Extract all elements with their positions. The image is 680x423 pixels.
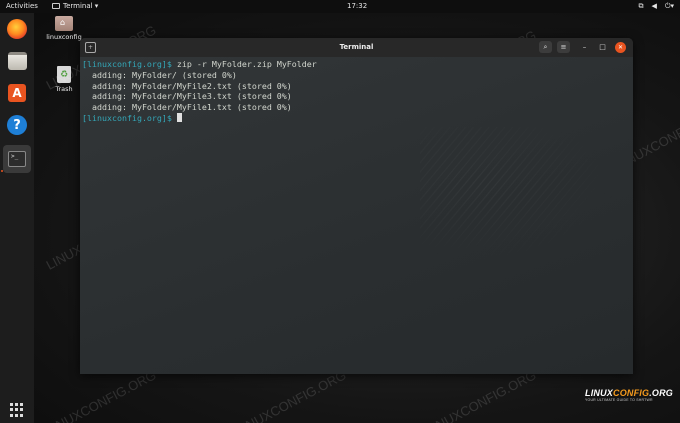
- terminal-content[interactable]: [linuxconfig.org]$ zip -r MyFolder.zip M…: [80, 57, 633, 374]
- files-icon: [7, 52, 27, 70]
- home-folder-icon: [55, 16, 73, 31]
- shell-prompt: [linuxconfig.org]$: [82, 59, 172, 69]
- terminal-icon: >_: [8, 151, 26, 167]
- search-button[interactable]: ⌕: [539, 41, 552, 53]
- watermark: LINUXCONFIG.ORG: [423, 367, 539, 423]
- show-applications-button[interactable]: [5, 398, 29, 422]
- home-folder-label: linuxconfig: [46, 33, 82, 41]
- running-indicator: [1, 170, 3, 172]
- dock-software[interactable]: A: [5, 81, 29, 105]
- desktop-home-folder[interactable]: linuxconfig: [44, 16, 84, 41]
- terminal-line: adding: MyFolder/MyFile1.txt (stored 0%): [82, 102, 631, 113]
- terminal-line: [linuxconfig.org]$: [82, 112, 631, 124]
- dock-files[interactable]: [5, 49, 29, 73]
- window-titlebar[interactable]: + Terminal ⌕ ≡ – □ ✕: [80, 38, 633, 57]
- dock: A ? >_: [0, 13, 34, 423]
- minimize-icon: –: [582, 43, 587, 51]
- terminal-line: [linuxconfig.org]$ zip -r MyFolder.zip M…: [82, 59, 631, 70]
- activities-button[interactable]: Activities: [6, 2, 38, 10]
- output-text: adding: MyFolder/ (stored 0%): [82, 69, 237, 80]
- maximize-icon: □: [599, 43, 606, 51]
- text-cursor: [176, 112, 182, 122]
- wallpaper-stripes: [420, 127, 620, 267]
- software-icon: A: [8, 84, 26, 102]
- trash-icon: ♻: [57, 66, 71, 83]
- top-bar: Activities Terminal ▾ 17:32 ⧉ ◀ ⏻▾: [0, 0, 680, 13]
- trash-label: Trash: [55, 85, 73, 93]
- help-icon: ?: [7, 115, 27, 135]
- clock[interactable]: 17:32: [347, 2, 367, 10]
- terminal-line: adding: MyFolder/MyFile3.txt (stored 0%): [82, 91, 631, 102]
- terminal-app-icon: [52, 3, 60, 9]
- volume-icon: ◀: [651, 2, 657, 10]
- terminal-line: adding: MyFolder/ (stored 0%): [82, 70, 631, 81]
- firefox-icon: [7, 19, 27, 39]
- system-tray[interactable]: ⧉ ◀ ⏻▾: [639, 2, 674, 10]
- dock-firefox[interactable]: [5, 17, 29, 41]
- maximize-button[interactable]: □: [596, 41, 609, 53]
- power-icon: ⏻▾: [664, 2, 674, 10]
- logo-tagline: YOUR ULTIMATE GUIDE TO SHRTWR: [585, 398, 653, 402]
- minimize-button[interactable]: –: [578, 41, 591, 53]
- output-text: adding: MyFolder/MyFile2.txt (stored 0%): [82, 80, 292, 91]
- linuxconfig-logo: LINUXCONFIG.ORG YOUR ULTIMATE GUIDE TO S…: [585, 388, 674, 402]
- search-icon: ⌕: [543, 42, 548, 51]
- close-icon: ✕: [617, 44, 624, 51]
- app-menu-label: Terminal ▾: [63, 2, 99, 10]
- hamburger-icon: ≡: [560, 43, 567, 51]
- watermark: LINUXCONFIG.ORG: [233, 367, 349, 423]
- app-menu[interactable]: Terminal ▾: [52, 2, 98, 10]
- output-text: adding: MyFolder/MyFile3.txt (stored 0%): [82, 91, 292, 102]
- show-apps-icon: [10, 403, 24, 417]
- desktop-trash[interactable]: ♻ Trash: [50, 66, 78, 93]
- dock-terminal[interactable]: >_: [3, 145, 31, 173]
- output-text: adding: MyFolder/MyFile1.txt (stored 0%): [82, 102, 292, 113]
- network-icon: ⧉: [638, 2, 644, 10]
- terminal-window[interactable]: + Terminal ⌕ ≡ – □ ✕ [linuxconfig.org]$ …: [80, 38, 633, 374]
- watermark: LINUXCONFIG.ORG: [43, 367, 159, 423]
- shell-prompt: [linuxconfig.org]$: [82, 112, 172, 123]
- close-button[interactable]: ✕: [615, 42, 626, 53]
- command-text: zip -r MyFolder.zip MyFolder: [171, 59, 317, 69]
- menu-button[interactable]: ≡: [557, 41, 570, 53]
- logo-text: LINUXCONFIG.ORG: [585, 388, 674, 398]
- dock-help[interactable]: ?: [5, 113, 29, 137]
- terminal-line: adding: MyFolder/MyFile2.txt (stored 0%): [82, 81, 631, 92]
